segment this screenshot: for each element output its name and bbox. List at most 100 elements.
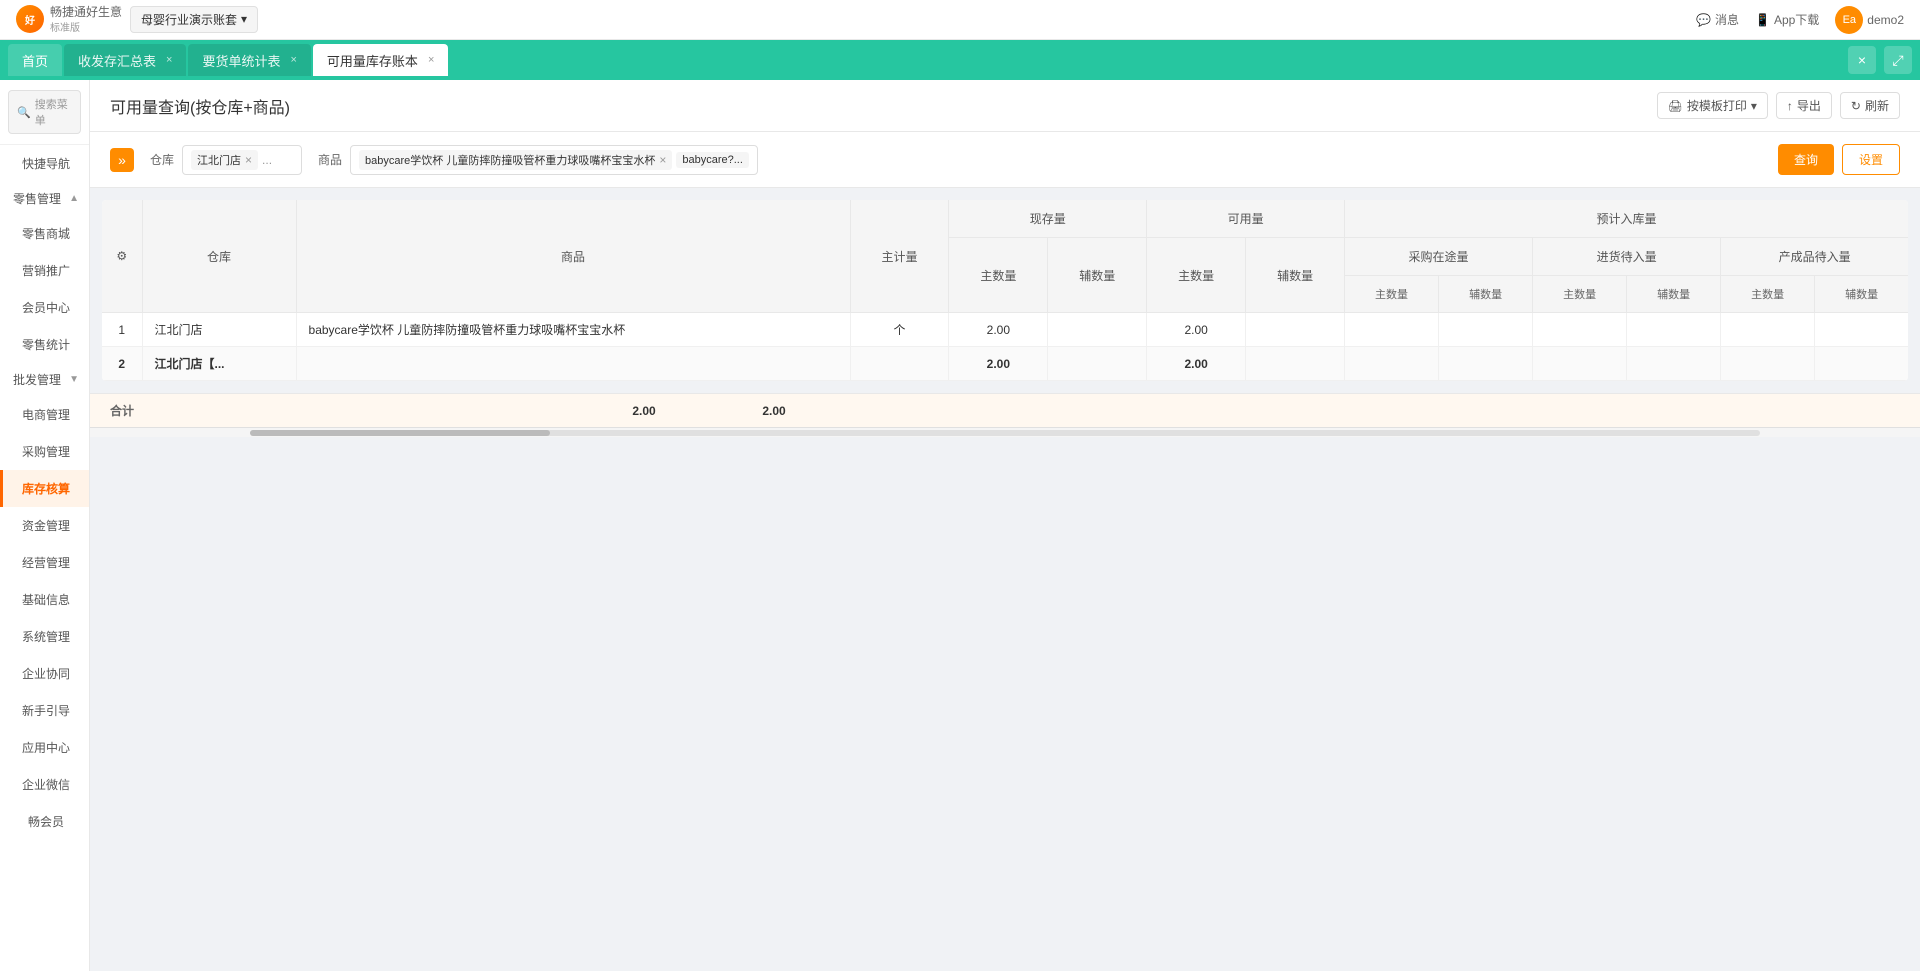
industry-selector[interactable]: 母婴行业演示账套 ▾ [130,6,258,33]
cell-avail-main: 2.00 [1147,313,1246,347]
tab-receipt-close-icon[interactable]: × [166,54,172,66]
page-header: 可用量查询(按仓库+商品) 🖨 按模板打印 ▾ ↑ 导出 ↻ 刷新 [90,80,1920,132]
th-production-group: 产成品待入量 [1721,238,1908,276]
th-avail-main: 主数量 [1147,238,1246,313]
th-incoming-group: 预计入库量 [1345,200,1908,238]
sidebar-item-purchase-mgmt[interactable]: 采购管理 [0,433,89,470]
message-icon: 💬 [1696,13,1711,27]
sidebar-item-enterprise-collab[interactable]: 企业协同 [0,655,89,692]
cell-stock-main: 2.00 [949,313,1048,347]
tab-home-label: 首页 [22,51,48,70]
page-title: 可用量查询(按仓库+商品) [110,94,290,118]
scrollbar-track[interactable] [250,430,1760,436]
cell-avail-aux [1246,313,1345,347]
app-logo-icon: 好 [16,5,44,33]
app-download-label: App下载 [1774,11,1819,28]
sidebar-item-retail-store[interactable]: 零售商城 [0,215,89,252]
table-row: 2 江北门店【... 2.00 2.00 [102,347,1908,381]
cell-stock-aux-2 [1048,347,1147,381]
warehouse-tag: 江北门店 × [191,150,258,170]
industry-name: 母婴行业演示账套 [141,11,237,28]
goods-label: 商品 [318,151,342,168]
tab-controls: × ⤢ [1848,46,1912,74]
cell-avail-main-2: 2.00 [1147,347,1246,381]
cell-warehouse: 江北门店 [142,313,296,347]
tab-available-inventory-label: 可用量库存账本 [327,51,418,70]
search-icon: 🔍 [17,106,31,119]
message-label: 消息 [1715,11,1739,28]
cell-avail-aux-2 [1246,347,1345,381]
sidebar-item-member[interactable]: 会员中心 [0,289,89,326]
user-profile[interactable]: Ea demo2 [1835,6,1904,34]
sidebar-item-ops-mgmt[interactable]: 经营管理 [0,544,89,581]
print-btn[interactable]: 🖨 按模板打印 ▾ [1657,92,1768,119]
chevron-down-icon: ▾ [241,12,247,26]
cell-prod-aux-2 [1815,347,1908,381]
chevron-right-icon: » [118,152,126,168]
avatar: Ea [1835,6,1863,34]
top-bar: 好 畅捷通好生意 标准版 母婴行业演示账套 ▾ 💬 消息 📱 App下载 Ea … [0,0,1920,40]
search-menu-btn[interactable]: 🔍 搜索菜单 [8,90,81,134]
app-name: 畅捷通好生意 [50,5,122,19]
goods-remove-icon1[interactable]: × [659,153,666,167]
sidebar-item-enterprise-wechat[interactable]: 企业微信 [0,766,89,803]
sidebar-item-finance-mgmt[interactable]: 资金管理 [0,507,89,544]
warehouse-input[interactable]: 江北门店 × ... [182,145,302,175]
tab-order-stats[interactable]: 要货单统计表 × [188,44,310,76]
cell-purchase-main [1345,313,1439,347]
sidebar-item-inventory-check[interactable]: 库存核算 [0,470,89,507]
th-available-group: 可用量 [1147,200,1345,238]
warehouse-remove-icon[interactable]: × [245,153,252,167]
message-action[interactable]: 💬 消息 [1696,11,1739,28]
th-pp-aux: 辅数量 [1627,276,1721,313]
sidebar-item-quick-nav[interactable]: 快捷导航 [0,145,89,182]
setting-btn[interactable]: 设置 [1842,144,1900,175]
th-avail-aux: 辅数量 [1246,238,1345,313]
goods-input[interactable]: babycare学饮杯 儿童防摔防撞吸管杯重力球吸嘴杯宝宝水杯 × babyca… [350,145,758,175]
warehouse-label: 仓库 [150,151,174,168]
sidebar-item-marketing[interactable]: 营销推广 [0,252,89,289]
cell-pp-main-2 [1533,347,1627,381]
filter-area: » 仓库 江北门店 × ... 商品 babycare学饮杯 儿童防摔防撞吸管杯… [90,132,1920,188]
main-content: 可用量查询(按仓库+商品) 🖨 按模板打印 ▾ ↑ 导出 ↻ 刷新 [90,80,1920,971]
refresh-btn[interactable]: ↻ 刷新 [1840,92,1900,119]
sidebar-item-new-guide[interactable]: 新手引导 [0,692,89,729]
warehouse-filter-group: 仓库 江北门店 × ... [150,145,302,175]
tab-receipt-summary[interactable]: 收发存汇总表 × [64,44,186,76]
page-actions: 🖨 按模板打印 ▾ ↑ 导出 ↻ 刷新 [1657,92,1900,119]
app-download-action[interactable]: 📱 App下载 [1755,11,1819,28]
tab-available-close-icon[interactable]: × [428,54,434,66]
tab-order-close-icon[interactable]: × [290,54,296,66]
data-table: ⚙ 仓库 商品 主计量 现存量 [102,200,1908,381]
cell-pp-aux [1627,313,1721,347]
scrollbar-thumb[interactable] [250,430,550,436]
sidebar-item-app-center[interactable]: 应用中心 [0,729,89,766]
footer-avail-main: 2.00 [724,404,824,418]
th-purchase-group: 采购在途量 [1345,238,1533,276]
tab-available-inventory[interactable]: 可用量库存账本 × [313,44,448,76]
cell-unit-2 [850,347,949,381]
sidebar-item-retail-mgmt[interactable]: 零售管理 ▲ [0,182,89,215]
tab-home[interactable]: 首页 [8,44,62,76]
expand-btn[interactable]: ⤢ [1884,46,1912,74]
sidebar-item-retail-stats[interactable]: 零售统计 [0,326,89,363]
logo-area: 好 畅捷通好生意 标准版 [16,5,122,34]
query-btn[interactable]: 查询 [1778,144,1834,175]
sidebar-item-members[interactable]: 畅会员 [0,803,89,840]
footer-stock-main: 2.00 [594,404,694,418]
th-purchase-aux: 辅数量 [1439,276,1533,313]
tab-receipt-summary-label: 收发存汇总表 [78,51,156,70]
filter-toggle-btn[interactable]: » [110,148,134,172]
chevron-icon: ▲ [69,193,79,204]
sidebar-item-sys-mgmt[interactable]: 系统管理 [0,618,89,655]
warehouse-more-btn[interactable]: ... [262,153,272,167]
app-version: 标准版 [50,19,122,34]
export-btn[interactable]: ↑ 导出 [1776,92,1832,119]
sidebar-item-wholesale-mgmt[interactable]: 批发管理 ▼ [0,363,89,396]
sidebar-item-ecommerce[interactable]: 电商管理 [0,396,89,433]
th-settings[interactable]: ⚙ [102,200,142,313]
close-tab-btn[interactable]: × [1848,46,1876,74]
th-unit: 主计量 [850,200,949,313]
sidebar-item-basic-info[interactable]: 基础信息 [0,581,89,618]
scrollbar-area [90,427,1920,437]
